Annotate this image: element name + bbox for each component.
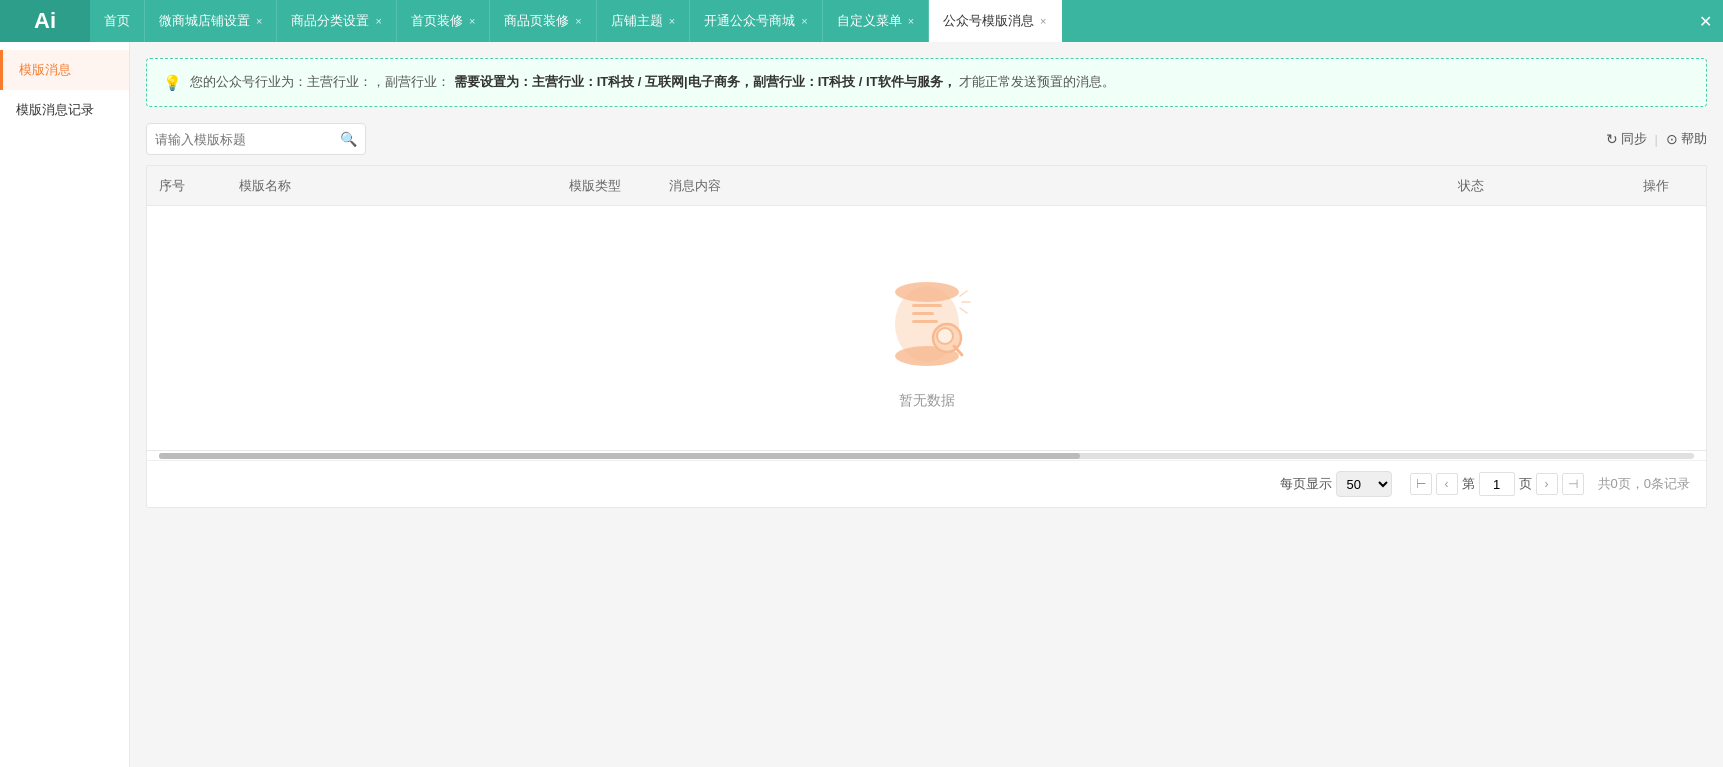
- table-header: 序号 模版名称 模版类型 消息内容 状态 操作: [147, 166, 1706, 206]
- col-header-name: 模版名称: [227, 177, 557, 195]
- sync-icon: ↻: [1606, 131, 1618, 147]
- col-header-action: 操作: [1606, 177, 1706, 195]
- horizontal-scrollbar[interactable]: [147, 450, 1706, 460]
- toolbar-right: ↻ 同步 | ⊙ 帮助: [1606, 130, 1707, 148]
- scrollbar-track: [159, 453, 1694, 459]
- main-layout: 模版消息模版消息记录 💡 您的公众号行业为：主营行业：，副营行业： 需要设置为：…: [0, 42, 1723, 767]
- col-header-seq: 序号: [147, 177, 227, 195]
- nav-tab-product-decor[interactable]: 商品页装修 ×: [490, 0, 596, 42]
- search-area: 🔍: [146, 123, 366, 155]
- help-button[interactable]: ⊙ 帮助: [1666, 130, 1707, 148]
- data-table: 序号 模版名称 模版类型 消息内容 状态 操作: [146, 165, 1707, 508]
- first-page-button[interactable]: ⊢: [1410, 473, 1432, 495]
- col-header-type: 模版类型: [557, 177, 657, 195]
- nav-tab-template-msg[interactable]: 公众号模版消息 ×: [929, 0, 1061, 42]
- close-tab-custom-menu[interactable]: ×: [908, 15, 914, 27]
- empty-illustration: [872, 266, 982, 376]
- toolbar-divider: |: [1655, 132, 1658, 147]
- nav-tab-custom-menu[interactable]: 自定义菜单 ×: [823, 0, 929, 42]
- page-label-pre: 第: [1462, 475, 1475, 493]
- svg-point-1: [895, 282, 959, 302]
- nav-tab-home[interactable]: 首页: [90, 0, 145, 42]
- svg-line-9: [960, 291, 967, 296]
- close-tab-open-mall[interactable]: ×: [801, 15, 807, 27]
- search-input[interactable]: [155, 132, 340, 147]
- help-icon: ⊙: [1666, 131, 1678, 147]
- page-label-post: 页: [1519, 475, 1532, 493]
- notice-text: 您的公众号行业为：主营行业：，副营行业： 需要设置为：主营行业：IT科技 / 互…: [190, 73, 1115, 91]
- nav-tab-open-mall[interactable]: 开通公众号商城 ×: [690, 0, 822, 42]
- nav-tabs: 首页微商城店铺设置 ×商品分类设置 ×首页装修 ×商品页装修 ×店铺主题 ×开通…: [90, 0, 1687, 42]
- empty-text: 暂无数据: [899, 392, 955, 410]
- search-icon[interactable]: 🔍: [340, 131, 357, 147]
- page-input-area: 第 页: [1462, 472, 1532, 496]
- close-tab-template-msg[interactable]: ×: [1040, 15, 1046, 27]
- sync-button[interactable]: ↻ 同步: [1606, 130, 1647, 148]
- toolbar-row: 🔍 ↻ 同步 | ⊙ 帮助: [146, 123, 1707, 155]
- sidebar: 模版消息模版消息记录: [0, 42, 130, 767]
- nav-tab-theme[interactable]: 店铺主题 ×: [597, 0, 690, 42]
- svg-rect-4: [912, 312, 934, 315]
- total-info: 共0页，0条记录: [1598, 475, 1690, 493]
- main-content: 💡 您的公众号行业为：主营行业：，副营行业： 需要设置为：主营行业：IT科技 /…: [130, 42, 1723, 767]
- per-page-select-input[interactable]: 50 20 100: [1336, 471, 1392, 497]
- nav-tab-shop-settings[interactable]: 微商城店铺设置 ×: [145, 0, 277, 42]
- brand-logo: Ai: [0, 0, 90, 42]
- page-input[interactable]: [1479, 472, 1515, 496]
- close-tab-home-decor[interactable]: ×: [469, 15, 475, 27]
- svg-line-11: [960, 308, 967, 313]
- per-page-label: 每页显示: [1280, 475, 1332, 493]
- svg-rect-5: [912, 320, 938, 323]
- notice-box: 💡 您的公众号行业为：主营行业：，副营行业： 需要设置为：主营行业：IT科技 /…: [146, 58, 1707, 107]
- svg-rect-3: [912, 304, 942, 307]
- sidebar-item-template-log[interactable]: 模版消息记录: [0, 90, 129, 130]
- close-all-tabs-button[interactable]: ✕: [1687, 0, 1723, 42]
- close-tab-theme[interactable]: ×: [669, 15, 675, 27]
- col-header-content: 消息内容: [657, 177, 1446, 195]
- svg-point-7: [937, 328, 953, 344]
- pagination: 每页显示 50 20 100 ⊢ ‹ 第 页 ›: [147, 460, 1706, 507]
- pager: ⊢ ‹ 第 页 › ⊣: [1410, 472, 1584, 496]
- nav-tab-home-decor[interactable]: 首页装修 ×: [397, 0, 490, 42]
- notice-icon: 💡: [163, 74, 182, 92]
- close-tab-shop-settings[interactable]: ×: [256, 15, 262, 27]
- top-nav: Ai 首页微商城店铺设置 ×商品分类设置 ×首页装修 ×商品页装修 ×店铺主题 …: [0, 0, 1723, 42]
- close-tab-product-decor[interactable]: ×: [575, 15, 581, 27]
- col-header-status: 状态: [1446, 177, 1606, 195]
- sidebar-item-template-msg[interactable]: 模版消息: [0, 50, 129, 90]
- per-page-selector: 每页显示 50 20 100: [1280, 471, 1392, 497]
- next-page-button[interactable]: ›: [1536, 473, 1558, 495]
- prev-page-button[interactable]: ‹: [1436, 473, 1458, 495]
- empty-state: 暂无数据: [147, 206, 1706, 450]
- nav-tab-category[interactable]: 商品分类设置 ×: [277, 0, 396, 42]
- last-page-button[interactable]: ⊣: [1562, 473, 1584, 495]
- scrollbar-thumb: [159, 453, 1080, 459]
- close-tab-category[interactable]: ×: [375, 15, 381, 27]
